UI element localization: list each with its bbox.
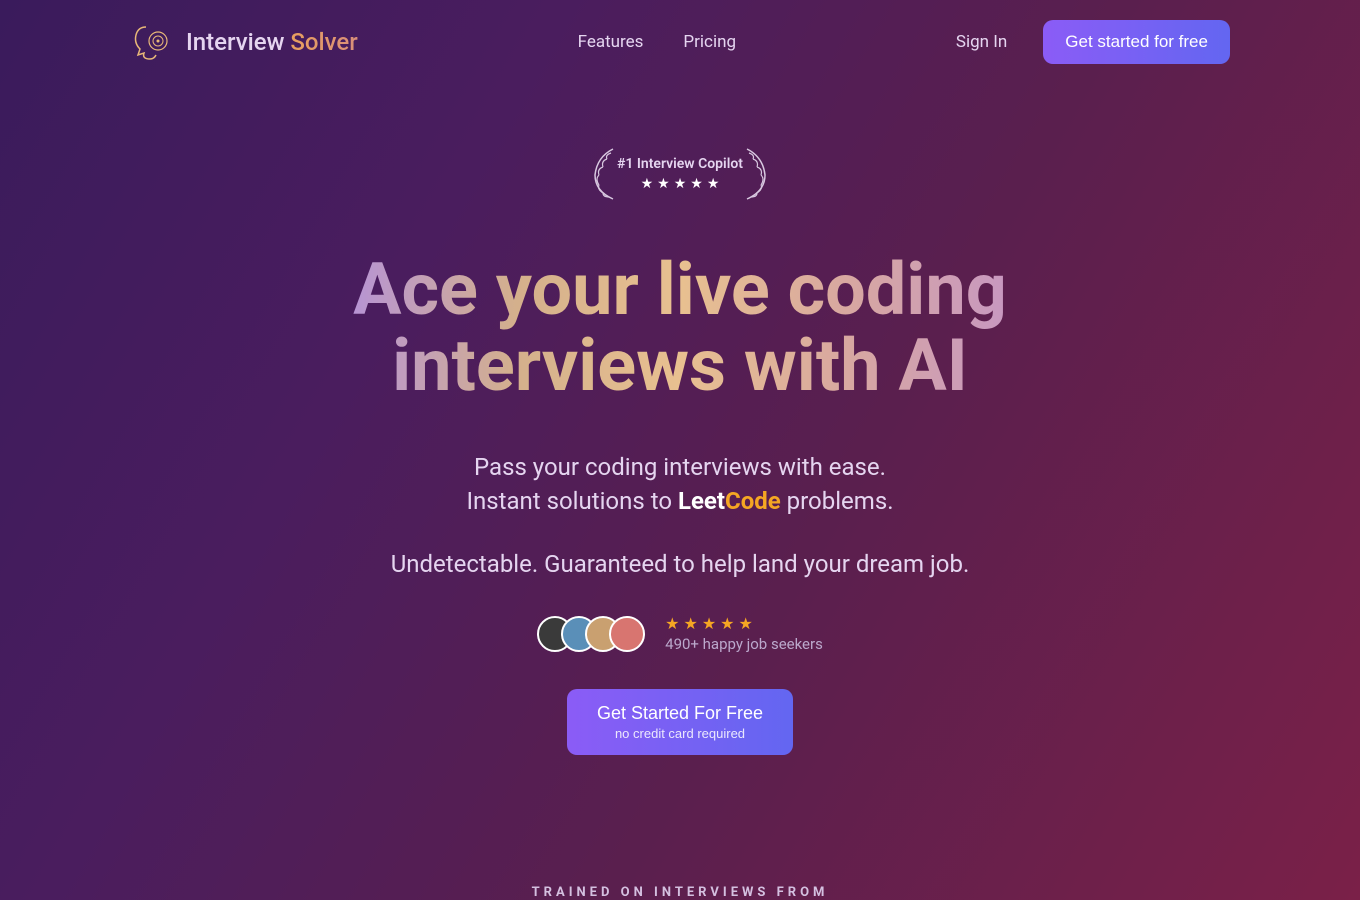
star-icon: ★ (690, 176, 703, 192)
header: Interview Solver Features Pricing Sign I… (0, 0, 1360, 84)
subhead-prefix: Instant solutions to (466, 487, 678, 515)
hero-section: #1 Interview Copilot ★ ★ ★ ★ ★ Ace your … (0, 144, 1360, 900)
nav-pricing[interactable]: Pricing (683, 32, 736, 52)
leetcode-leet: Leet (678, 487, 725, 515)
avatar-stack (537, 616, 645, 652)
auth-area: Sign In Get started for free (956, 20, 1230, 64)
badge-text: #1 Interview Copilot (617, 156, 743, 172)
main-cta-button[interactable]: Get Started For Free no credit card requ… (567, 689, 793, 755)
star-icon: ★ (657, 176, 670, 192)
subhead-suffix: problems. (787, 487, 894, 515)
star-icon: ★ (641, 176, 654, 192)
proof-stars: ★ ★ ★ ★ ★ (665, 614, 823, 633)
main-nav: Features Pricing (578, 32, 736, 52)
star-icon: ★ (702, 614, 716, 633)
brand-name: Interview Solver (186, 28, 358, 56)
headline: Ace your live coding interviews with AI (353, 252, 1007, 403)
brand-word-1: Interview (186, 28, 290, 56)
badge-stars: ★ ★ ★ ★ ★ (617, 176, 743, 192)
subhead-line-1: Pass your coding interviews with ease. (474, 453, 886, 481)
leetcode-code: Code (725, 487, 781, 515)
star-icon: ★ (707, 176, 720, 192)
subhead: Pass your coding interviews with ease. I… (466, 451, 893, 518)
star-icon: ★ (683, 614, 697, 633)
star-icon: ★ (665, 614, 679, 633)
headline-line-2: interviews with AI (392, 323, 968, 408)
nav-features[interactable]: Features (578, 32, 644, 52)
tagline: Undetectable. Guaranteed to help land yo… (391, 550, 970, 578)
brand-word-2: Solver (290, 28, 357, 56)
signin-link[interactable]: Sign In (956, 32, 1007, 52)
brain-logo-icon (130, 21, 172, 63)
header-cta-button[interactable]: Get started for free (1043, 20, 1230, 64)
main-cta-sub: no credit card required (615, 726, 745, 741)
star-icon: ★ (739, 614, 753, 633)
logo-area[interactable]: Interview Solver (130, 21, 358, 63)
laurel-badge: #1 Interview Copilot ★ ★ ★ ★ ★ (585, 144, 775, 204)
social-proof: ★ ★ ★ ★ ★ 490+ happy job seekers (537, 614, 823, 653)
laurel-center: #1 Interview Copilot ★ ★ ★ ★ ★ (617, 156, 743, 192)
avatar (609, 616, 645, 652)
star-icon: ★ (720, 614, 734, 633)
laurel-right-icon (741, 145, 775, 203)
star-icon: ★ (674, 176, 687, 192)
laurel-left-icon (585, 145, 619, 203)
trained-on-label: TRAINED ON INTERVIEWS FROM (532, 885, 829, 900)
main-cta-label: Get Started For Free (597, 703, 763, 724)
headline-line-1: Ace your live coding (353, 247, 1007, 332)
proof-count: 490+ happy job seekers (665, 635, 823, 653)
proof-text: ★ ★ ★ ★ ★ 490+ happy job seekers (665, 614, 823, 653)
